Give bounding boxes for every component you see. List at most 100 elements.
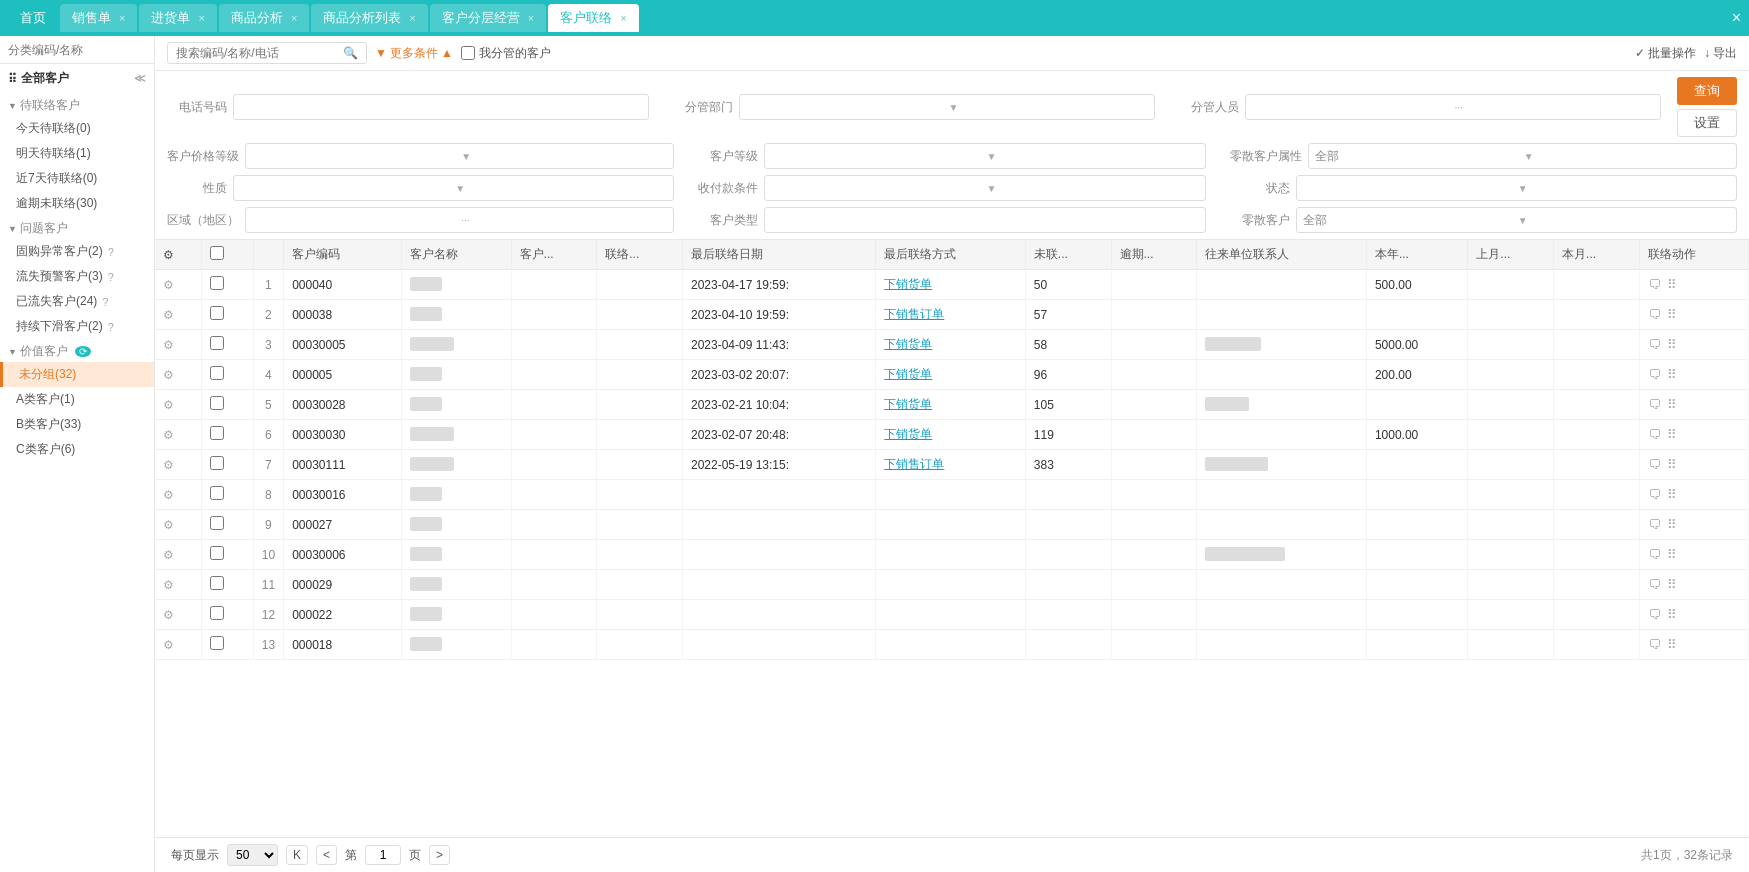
row-check-1[interactable]: [201, 300, 253, 330]
region-select[interactable]: ···: [245, 207, 674, 233]
row-way-0[interactable]: 下销货单: [876, 270, 1026, 300]
sidebar-problem-item-3[interactable]: 持续下滑客户(2)?: [0, 314, 154, 339]
row-action-6[interactable]: 🗨⠿: [1639, 450, 1748, 480]
retail-attr-select[interactable]: 全部 ▼: [1308, 143, 1737, 169]
row-checkbox-8[interactable]: [210, 516, 224, 530]
row-action-10[interactable]: 🗨⠿: [1639, 570, 1748, 600]
row-way-5[interactable]: 下销货单: [876, 420, 1026, 450]
row-action-2[interactable]: 🗨⠿: [1639, 330, 1748, 360]
page-input[interactable]: [365, 845, 401, 865]
more-conditions-btn[interactable]: ▼ 更多条件 ▲: [375, 45, 453, 62]
next-page-btn[interactable]: >: [429, 845, 450, 865]
row-checkbox-4[interactable]: [210, 396, 224, 410]
row-action-3[interactable]: 🗨⠿: [1639, 360, 1748, 390]
gear-icon[interactable]: ⚙: [163, 248, 174, 262]
more-icon-3[interactable]: ⠿: [1667, 367, 1677, 382]
manager-select[interactable]: ···: [1245, 94, 1661, 120]
row-checkbox-12[interactable]: [210, 636, 224, 650]
sidebar-pending-item-1[interactable]: 明天待联络(1): [0, 141, 154, 166]
sidebar-value-group-0[interactable]: 未分组(32): [0, 362, 154, 387]
more-icon-8[interactable]: ⠿: [1667, 517, 1677, 532]
row-way-6[interactable]: 下销售订单: [876, 450, 1026, 480]
customer-tier-select[interactable]: ▼: [764, 143, 1205, 169]
call-icon-10[interactable]: 🗨: [1648, 577, 1661, 592]
row-check-7[interactable]: [201, 480, 253, 510]
call-icon-2[interactable]: 🗨: [1648, 337, 1661, 352]
sidebar-pending-item-0[interactable]: 今天待联络(0): [0, 116, 154, 141]
row-check-2[interactable]: [201, 330, 253, 360]
sidebar-pending-item-3[interactable]: 逾期未联络(30): [0, 191, 154, 216]
row-checkbox-11[interactable]: [210, 606, 224, 620]
row-action-11[interactable]: 🗨⠿: [1639, 600, 1748, 630]
more-icon-11[interactable]: ⠿: [1667, 607, 1677, 622]
nav-close-icon-purchase[interactable]: ×: [198, 12, 204, 24]
all-customers-header[interactable]: ⠿ 全部客户 ≪: [0, 64, 154, 93]
row-action-8[interactable]: 🗨⠿: [1639, 510, 1748, 540]
nav-close-icon-goods-analysis-list[interactable]: ×: [409, 12, 415, 24]
row-action-0[interactable]: 🗨⠿: [1639, 270, 1748, 300]
retail-customer-select[interactable]: 全部 ▼: [1296, 207, 1737, 233]
nav-item-purchase[interactable]: 进货单 ×: [139, 4, 216, 32]
customer-search-input[interactable]: [176, 46, 339, 60]
row-checkbox-3[interactable]: [210, 366, 224, 380]
call-icon-1[interactable]: 🗨: [1648, 307, 1661, 322]
row-check-3[interactable]: [201, 360, 253, 390]
value-refresh-badge[interactable]: ⟳: [75, 346, 91, 357]
nav-item-customer-tier[interactable]: 客户分层经营 ×: [430, 4, 546, 32]
row-action-7[interactable]: 🗨⠿: [1639, 480, 1748, 510]
row-check-4[interactable]: [201, 390, 253, 420]
call-icon-11[interactable]: 🗨: [1648, 607, 1661, 622]
row-action-1[interactable]: 🗨⠿: [1639, 300, 1748, 330]
call-icon-8[interactable]: 🗨: [1648, 517, 1661, 532]
row-check-0[interactable]: [201, 270, 253, 300]
export-btn[interactable]: ↓ 导出: [1704, 45, 1737, 62]
row-check-8[interactable]: [201, 510, 253, 540]
more-icon-1[interactable]: ⠿: [1667, 307, 1677, 322]
row-checkbox-2[interactable]: [210, 336, 224, 350]
more-icon-2[interactable]: ⠿: [1667, 337, 1677, 352]
nav-item-customer-contact[interactable]: 客户联络 ×: [548, 4, 638, 32]
batch-ops-btn[interactable]: ✓ 批量操作: [1635, 45, 1696, 62]
row-checkbox-6[interactable]: [210, 456, 224, 470]
more-icon-7[interactable]: ⠿: [1667, 487, 1677, 502]
row-action-4[interactable]: 🗨⠿: [1639, 390, 1748, 420]
row-check-5[interactable]: [201, 420, 253, 450]
sidebar-problem-item-2[interactable]: 已流失客户(24)?: [0, 289, 154, 314]
price-tier-select[interactable]: ▼: [245, 143, 674, 169]
nav-item-goods-analysis[interactable]: 商品分析 ×: [219, 4, 309, 32]
row-checkbox-10[interactable]: [210, 576, 224, 590]
row-way-1[interactable]: 下销售订单: [876, 300, 1026, 330]
call-icon-7[interactable]: 🗨: [1648, 487, 1661, 502]
call-icon-3[interactable]: 🗨: [1648, 367, 1661, 382]
row-check-10[interactable]: [201, 570, 253, 600]
nav-item-goods-analysis-list[interactable]: 商品分析列表 ×: [311, 4, 427, 32]
nav-close-icon-customer-tier[interactable]: ×: [528, 12, 534, 24]
customer-type-select[interactable]: [764, 207, 1205, 233]
row-check-12[interactable]: [201, 630, 253, 660]
call-icon-9[interactable]: 🗨: [1648, 547, 1661, 562]
col-header-gear[interactable]: ⚙: [155, 240, 201, 270]
more-icon-5[interactable]: ⠿: [1667, 427, 1677, 442]
sidebar-collapse-icon[interactable]: ≪: [134, 72, 146, 85]
row-action-5[interactable]: 🗨⠿: [1639, 420, 1748, 450]
nav-item-home[interactable]: 首页: [8, 4, 58, 32]
row-checkbox-7[interactable]: [210, 486, 224, 500]
sidebar-value-group-3[interactable]: C类客户(6): [0, 437, 154, 462]
my-customers-checkbox[interactable]: [461, 46, 475, 60]
col-header-check[interactable]: [201, 240, 253, 270]
sidebar-value-group-1[interactable]: A类客户(1): [0, 387, 154, 412]
payment-select[interactable]: ▼: [764, 175, 1205, 201]
row-check-11[interactable]: [201, 600, 253, 630]
customer-search-icon[interactable]: 🔍: [343, 46, 358, 60]
nav-close-icon-customer-contact[interactable]: ×: [620, 12, 626, 24]
row-action-12[interactable]: 🗨⠿: [1639, 630, 1748, 660]
prev-page-btn[interactable]: <: [316, 845, 337, 865]
query-button[interactable]: 查询: [1677, 77, 1737, 105]
sidebar-value-group-2[interactable]: B类客户(33): [0, 412, 154, 437]
nav-close-icon-sales[interactable]: ×: [119, 12, 125, 24]
nav-close-icon-goods-analysis[interactable]: ×: [291, 12, 297, 24]
status-select[interactable]: ▼: [1296, 175, 1737, 201]
row-way-2[interactable]: 下销货单: [876, 330, 1026, 360]
row-check-6[interactable]: [201, 450, 253, 480]
call-icon-6[interactable]: 🗨: [1648, 457, 1661, 472]
